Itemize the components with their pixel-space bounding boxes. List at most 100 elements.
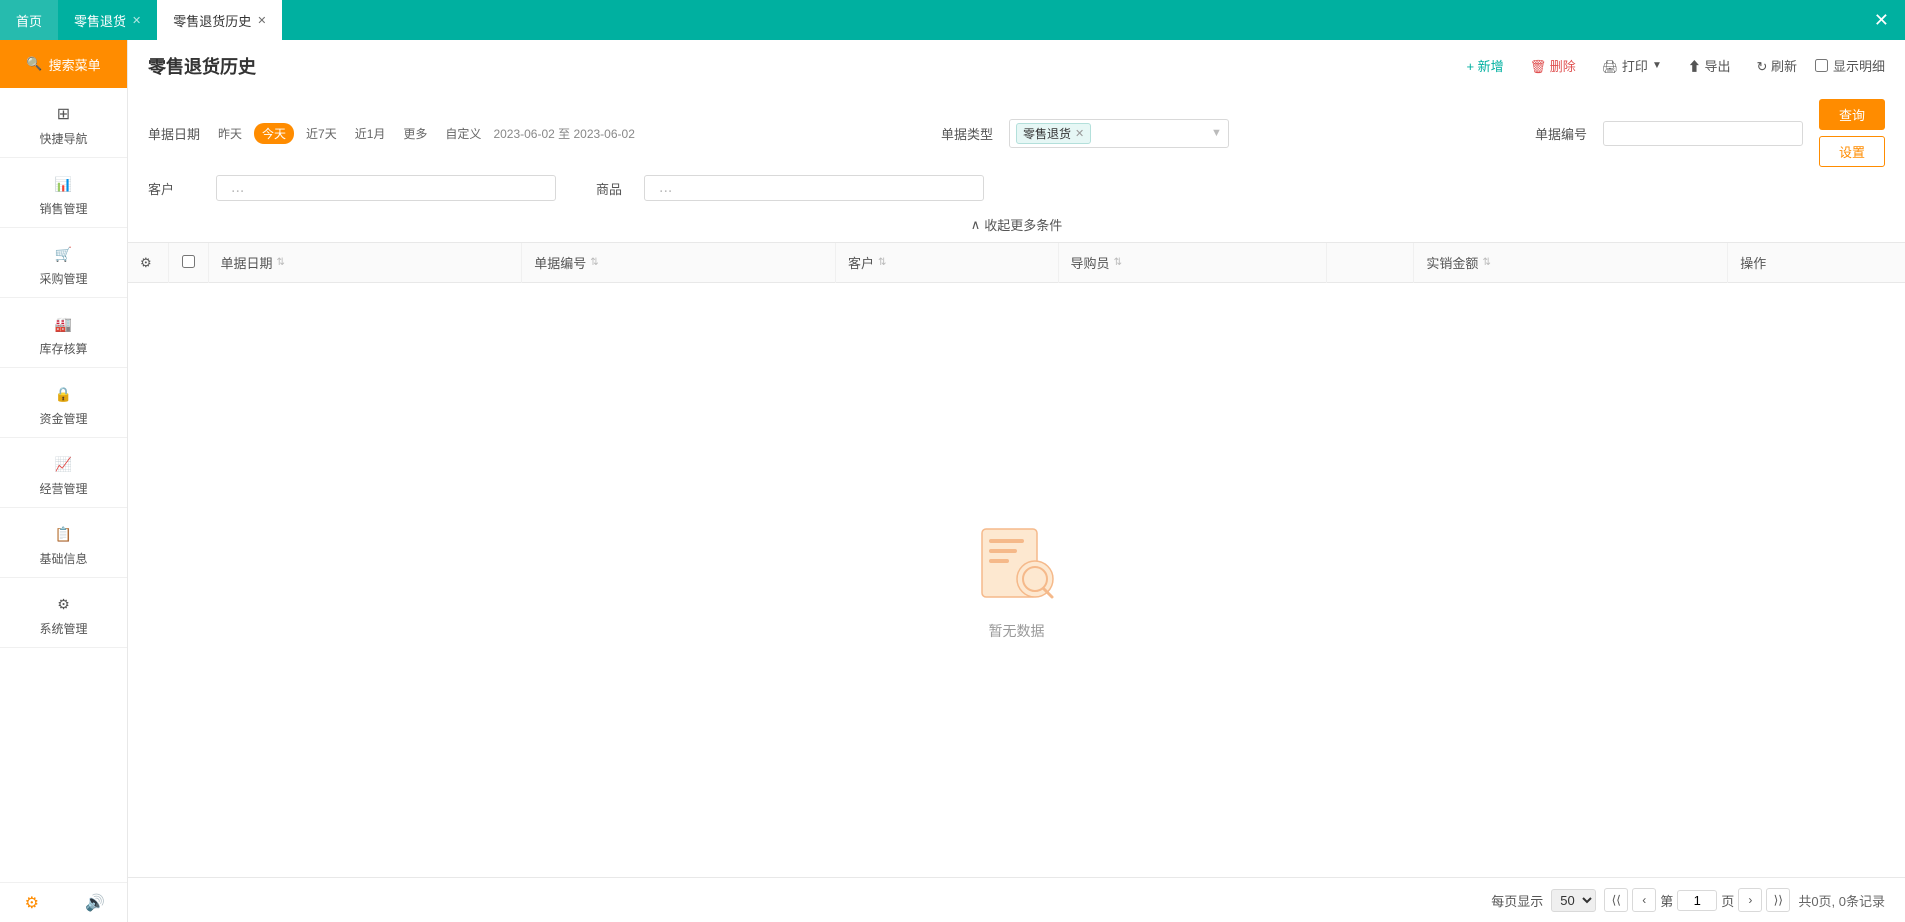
date-opt-last7[interactable]: 近7天: [300, 123, 343, 144]
customer-label: 客户: [148, 179, 208, 198]
sort-icon-bill-no[interactable]: ⇅: [590, 257, 598, 268]
date-opt-yesterday[interactable]: 昨天: [212, 123, 248, 144]
query-button[interactable]: 查询: [1819, 99, 1885, 130]
filter-row-customer: 客户 ... 商品 ...: [148, 175, 1885, 201]
operations-icon: 📈: [52, 452, 76, 476]
empty-text: 暂无数据: [989, 621, 1045, 641]
sort-icon-actual-amount[interactable]: ⇅: [1482, 257, 1490, 268]
page-title: 零售退货历史: [148, 53, 256, 79]
prev-page-button[interactable]: ‹: [1632, 888, 1656, 912]
goods-ellipsis: ...: [659, 179, 672, 197]
th-spacer: [1326, 243, 1414, 283]
sort-icon-guide[interactable]: ⇅: [1114, 257, 1122, 268]
th-customer: 客户 ⇅: [836, 243, 1059, 283]
th-checkbox: [168, 243, 208, 283]
sort-icon-customer[interactable]: ⇅: [878, 257, 886, 268]
date-opt-last1m[interactable]: 近1月: [349, 123, 392, 144]
topbar: 首页 零售退货 ✕ 零售退货历史 ✕ ✕: [0, 0, 1905, 40]
pagination: 每页显示 50 ⟨⟨ ‹ 第 页 › ⟩⟩ 共0页, 0条记录: [128, 877, 1905, 922]
empty-state-icon: [967, 519, 1067, 609]
print-button[interactable]: 🖨 打印 ▼: [1594, 52, 1670, 79]
date-filter-label: 单据日期: [148, 124, 208, 143]
tab-retail-return[interactable]: 零售退货 ✕: [58, 0, 157, 40]
finance-icon: 🔒: [52, 382, 76, 406]
audio-icon: 🔊: [85, 893, 105, 913]
bill-type-tag: 零售退货 ✕: [1016, 123, 1091, 144]
data-table: ⚙ 单据日期 ⇅ 单据编号: [128, 243, 1905, 283]
goods-label: 商品: [596, 179, 636, 198]
sidebar-item-sales-mgmt[interactable]: 📊 销售管理: [0, 158, 127, 228]
th-bill-no: 单据编号 ⇅: [522, 243, 836, 283]
th-bill-date: 单据日期 ⇅: [208, 243, 522, 283]
display-detail-toggle[interactable]: 显示明细: [1815, 56, 1885, 75]
bill-type-filter[interactable]: 零售退货 ✕ ▼: [1009, 119, 1229, 148]
sidebar: 🔍 搜索菜单 ⊞ 快捷导航 📊 销售管理 🛒 采购管理 🏭 库存核算 🔒: [0, 40, 128, 922]
sidebar-item-finance[interactable]: 🔒 资金管理: [0, 368, 127, 438]
next-page-button[interactable]: ›: [1738, 888, 1762, 912]
page-nav: ⟨⟨ ‹ 第 页 › ⟩⟩: [1604, 888, 1790, 912]
chevron-down-icon: ▼: [1652, 60, 1662, 71]
page-header: 零售退货历史 + 新增 🗑 删除 🖨 打印 ▼ ⬆ 导出: [128, 40, 1905, 243]
page-title-bar: 零售退货历史 + 新增 🗑 删除 🖨 打印 ▼ ⬆ 导出: [148, 52, 1885, 79]
bill-type-label: 单据类型: [941, 124, 1001, 143]
filter-area: 单据日期 昨天 今天 近7天 近1月 更多 自定义 2023-06-02 至 2…: [148, 91, 1885, 242]
first-page-button[interactable]: ⟨⟨: [1604, 888, 1628, 912]
page-size-label: 每页显示: [1491, 891, 1543, 910]
th-settings: ⚙: [128, 243, 168, 283]
tab-list: 首页 零售退货 ✕ 零售退货历史 ✕: [0, 0, 1858, 40]
toolbar: + 新增 🗑 删除 🖨 打印 ▼ ⬆ 导出 ↻ 刷新: [1458, 52, 1885, 79]
filter-row-date: 单据日期 昨天 今天 近7天 近1月 更多 自定义 2023-06-02 至 2…: [148, 99, 1885, 167]
export-button[interactable]: ⬆ 导出: [1680, 52, 1739, 79]
sidebar-item-inventory[interactable]: 🏭 库存核算: [0, 298, 127, 368]
customer-ellipsis: ...: [231, 179, 244, 197]
search-icon: 🔍: [26, 56, 42, 72]
customer-filter[interactable]: ...: [216, 175, 556, 201]
page-label: 第: [1660, 891, 1673, 910]
empty-state: 暂无数据: [128, 283, 1905, 877]
sidebar-search-button[interactable]: 🔍 搜索菜单: [0, 40, 127, 88]
sort-icon-bill-date[interactable]: ⇅: [277, 257, 285, 268]
sidebar-item-operations[interactable]: 📈 经营管理: [0, 438, 127, 508]
delete-button[interactable]: 🗑 删除: [1522, 52, 1584, 79]
tab-home[interactable]: 首页: [0, 0, 58, 40]
last-page-button[interactable]: ⟩⟩: [1766, 888, 1790, 912]
select-all-checkbox[interactable]: [182, 255, 195, 268]
settings-filter-button[interactable]: 设置: [1819, 136, 1885, 167]
th-operation: 操作: [1728, 243, 1905, 283]
refresh-button[interactable]: ↻ 刷新: [1748, 52, 1805, 79]
page-number-input[interactable]: [1677, 890, 1717, 911]
page-size-select[interactable]: 50: [1551, 889, 1596, 912]
base-info-icon: 📋: [52, 522, 76, 546]
chevron-up-icon: ∧: [971, 217, 981, 233]
sidebar-item-system-mgmt[interactable]: ⚙ 系统管理: [0, 578, 127, 648]
th-guide: 导购员 ⇅: [1058, 243, 1326, 283]
sidebar-item-quick-nav[interactable]: ⊞ 快捷导航: [0, 88, 127, 158]
date-opt-more[interactable]: 更多: [397, 123, 433, 144]
date-opt-today[interactable]: 今天: [254, 123, 294, 144]
settings-icon[interactable]: ⚙: [140, 255, 152, 270]
th-actual-amount: 实销金额 ⇅: [1414, 243, 1728, 283]
settings-bottom-button[interactable]: ⚙: [0, 883, 64, 922]
window-close-button[interactable]: ✕: [1858, 0, 1905, 40]
page-unit: 页: [1721, 891, 1734, 910]
bill-no-input[interactable]: [1603, 121, 1803, 146]
goods-filter[interactable]: ...: [644, 175, 984, 201]
settings-icon: ⚙: [25, 893, 39, 913]
display-detail-checkbox[interactable]: [1815, 59, 1828, 72]
tab-retail-return-history[interactable]: 零售退货历史 ✕: [157, 0, 282, 40]
sidebar-item-base-info[interactable]: 📋 基础信息: [0, 508, 127, 578]
sidebar-item-purchase-mgmt[interactable]: 🛒 采购管理: [0, 228, 127, 298]
bill-type-remove-icon[interactable]: ✕: [1075, 127, 1084, 140]
inventory-icon: 🏭: [52, 312, 76, 336]
sidebar-bottom: ⚙ 🔊: [0, 882, 127, 922]
new-button[interactable]: + 新增: [1458, 52, 1511, 79]
date-opt-custom[interactable]: 自定义: [439, 123, 487, 144]
tab-close-icon[interactable]: ✕: [257, 14, 266, 27]
audio-bottom-button[interactable]: 🔊: [64, 883, 128, 922]
tab-close-icon[interactable]: ✕: [132, 14, 141, 27]
system-mgmt-icon: ⚙: [52, 592, 76, 616]
date-range-display: 2023-06-02 至 2023-06-02: [493, 125, 634, 142]
content-area: 零售退货历史 + 新增 🗑 删除 🖨 打印 ▼ ⬆ 导出: [128, 40, 1905, 922]
bill-type-dropdown-icon[interactable]: ▼: [1211, 127, 1222, 139]
collapse-button[interactable]: ∧ 收起更多条件: [148, 209, 1885, 242]
